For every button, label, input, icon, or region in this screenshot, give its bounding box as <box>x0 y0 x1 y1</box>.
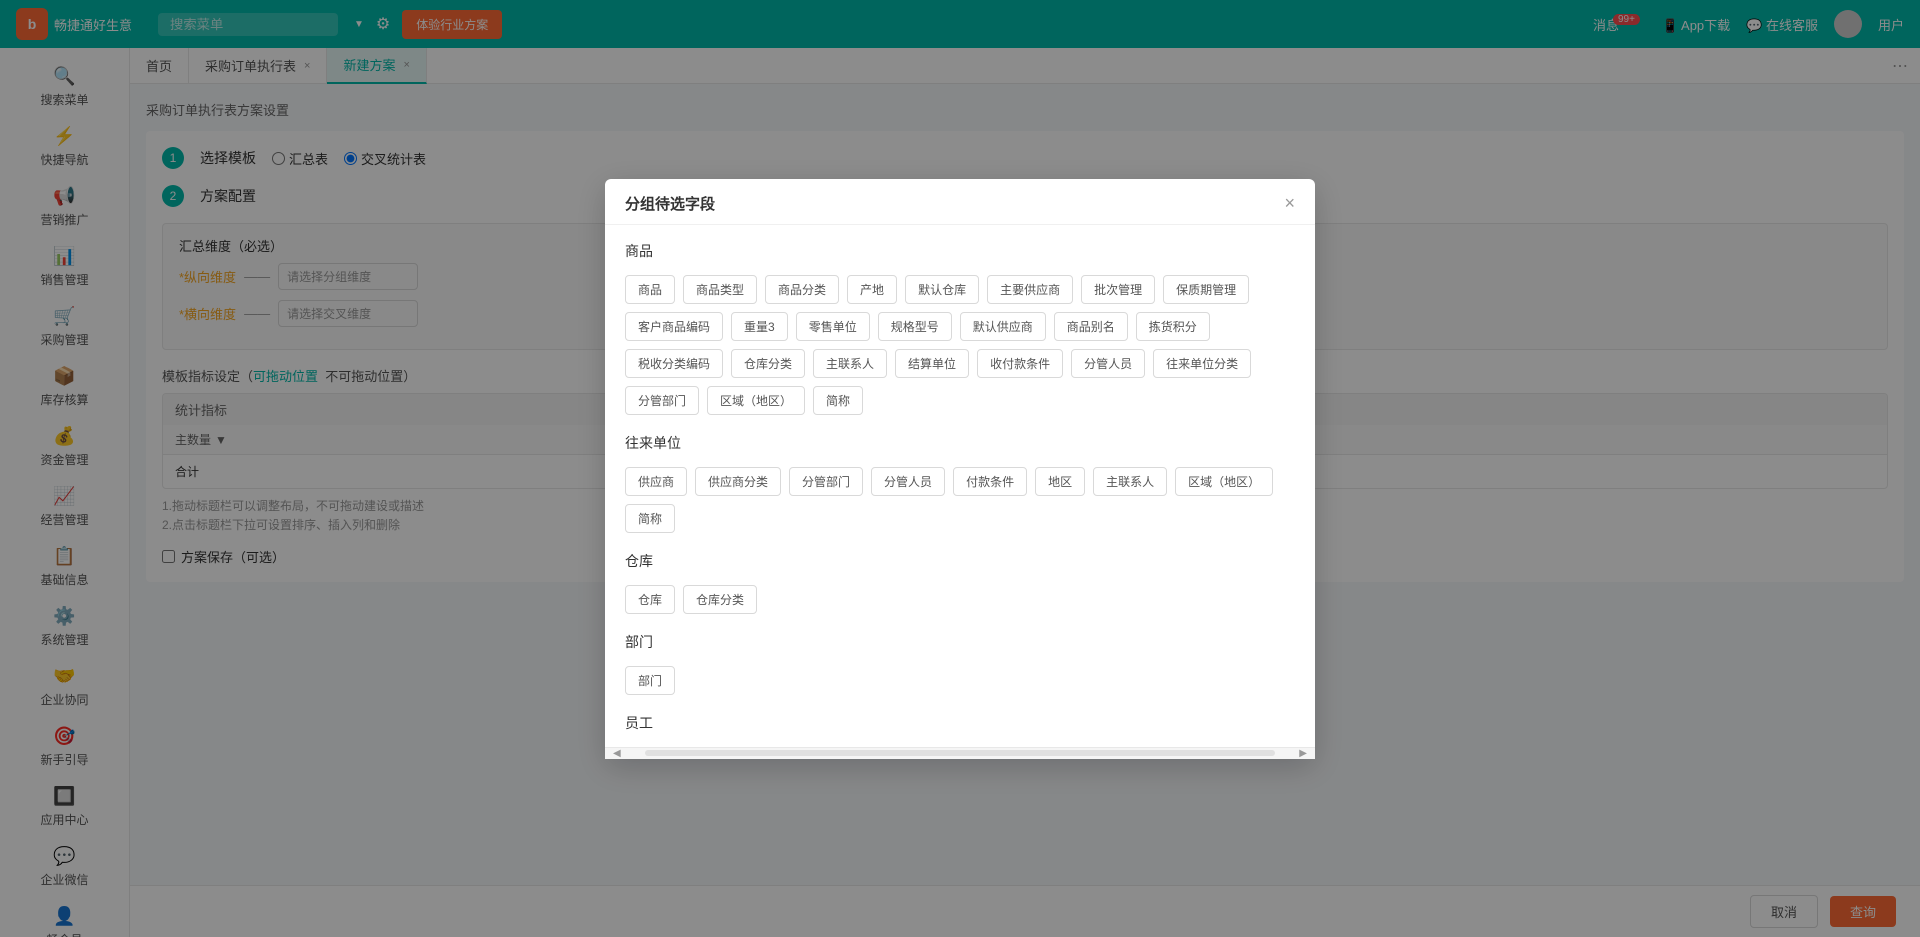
field-tag-1-4[interactable]: 付款条件 <box>953 467 1027 496</box>
field-tag-0-2[interactable]: 商品分类 <box>765 275 839 304</box>
field-tag-0-24[interactable]: 简称 <box>813 386 863 415</box>
field-section-1: 往来单位供应商供应商分类分管部门分管人员付款条件地区主联系人区域（地区） 简称 <box>625 433 1295 533</box>
field-tag-1-1[interactable]: 供应商分类 <box>695 467 781 496</box>
field-section-title-0: 商品 <box>625 241 1295 265</box>
modal-title: 分组待选字段 <box>625 193 715 214</box>
field-tag-0-17[interactable]: 主联系人 <box>813 349 887 378</box>
field-grid-3: 部门 <box>625 666 1295 695</box>
field-tag-0-9[interactable]: 重量3 <box>731 312 788 341</box>
field-tag-0-12[interactable]: 默认供应商 <box>960 312 1046 341</box>
field-tag-0-1[interactable]: 商品类型 <box>683 275 757 304</box>
modal-bottom-scroll: ◀ ▶ <box>605 747 1315 759</box>
field-tag-0-22[interactable]: 分管部门 <box>625 386 699 415</box>
field-section-title-2: 仓库 <box>625 551 1295 575</box>
scroll-left-icon[interactable]: ◀ <box>605 748 629 759</box>
field-section-title-3: 部门 <box>625 632 1295 656</box>
field-tag-2-0[interactable]: 仓库 <box>625 585 675 614</box>
field-section-2: 仓库仓库仓库分类 <box>625 551 1295 614</box>
field-tag-0-13[interactable]: 商品别名 <box>1054 312 1128 341</box>
field-tag-0-15[interactable]: 税收分类编码 <box>625 349 723 378</box>
field-section-0: 商品商品商品类型商品分类产地默认仓库主要供应商批次管理保质期管理客户商品编码重量… <box>625 241 1295 415</box>
field-tag-1-2[interactable]: 分管部门 <box>789 467 863 496</box>
modal-header: 分组待选字段 × <box>605 179 1315 225</box>
field-tag-0-18[interactable]: 结算单位 <box>895 349 969 378</box>
field-section-3: 部门部门 <box>625 632 1295 695</box>
modal-body: 商品商品商品类型商品分类产地默认仓库主要供应商批次管理保质期管理客户商品编码重量… <box>605 225 1315 747</box>
modal-close-button[interactable]: × <box>1284 194 1295 212</box>
field-section-4: 员工业务员 <box>625 713 1295 747</box>
field-tag-0-11[interactable]: 规格型号 <box>878 312 952 341</box>
field-tag-1-5[interactable]: 地区 <box>1035 467 1085 496</box>
field-tag-2-1[interactable]: 仓库分类 <box>683 585 757 614</box>
field-grid-1: 供应商供应商分类分管部门分管人员付款条件地区主联系人区域（地区） 简称 <box>625 467 1295 533</box>
field-tag-0-6[interactable]: 批次管理 <box>1081 275 1155 304</box>
field-tag-1-0[interactable]: 供应商 <box>625 467 687 496</box>
field-tag-1-6[interactable]: 主联系人 <box>1093 467 1167 496</box>
modal: 分组待选字段 × 商品商品商品类型商品分类产地默认仓库主要供应商批次管理保质期管… <box>605 179 1315 759</box>
field-section-title-1: 往来单位 <box>625 433 1295 457</box>
scroll-right-icon[interactable]: ▶ <box>1291 748 1315 759</box>
field-tag-0-23[interactable]: 区域（地区） <box>707 386 805 415</box>
field-tag-0-14[interactable]: 拣货积分 <box>1136 312 1210 341</box>
field-section-title-4: 员工 <box>625 713 1295 737</box>
field-tag-3-0[interactable]: 部门 <box>625 666 675 695</box>
field-tag-0-10[interactable]: 零售单位 <box>796 312 870 341</box>
field-tag-0-21[interactable]: 往来单位分类 <box>1153 349 1251 378</box>
field-tag-1-3[interactable]: 分管人员 <box>871 467 945 496</box>
field-tag-0-5[interactable]: 主要供应商 <box>987 275 1073 304</box>
field-tag-0-20[interactable]: 分管人员 <box>1071 349 1145 378</box>
field-tag-0-16[interactable]: 仓库分类 <box>731 349 805 378</box>
field-tag-0-7[interactable]: 保质期管理 <box>1163 275 1249 304</box>
scroll-track[interactable] <box>645 750 1276 756</box>
field-tag-0-8[interactable]: 客户商品编码 <box>625 312 723 341</box>
field-tag-0-3[interactable]: 产地 <box>847 275 897 304</box>
field-grid-2: 仓库仓库分类 <box>625 585 1295 614</box>
field-tag-0-19[interactable]: 收付款条件 <box>977 349 1063 378</box>
modal-overlay[interactable]: 分组待选字段 × 商品商品商品类型商品分类产地默认仓库主要供应商批次管理保质期管… <box>0 0 1920 937</box>
field-grid-0: 商品商品类型商品分类产地默认仓库主要供应商批次管理保质期管理客户商品编码重量3 零… <box>625 275 1295 415</box>
field-tag-1-7[interactable]: 区域（地区） <box>1175 467 1273 496</box>
field-tag-0-0[interactable]: 商品 <box>625 275 675 304</box>
field-tag-0-4[interactable]: 默认仓库 <box>905 275 979 304</box>
field-tag-1-8[interactable]: 简称 <box>625 504 675 533</box>
